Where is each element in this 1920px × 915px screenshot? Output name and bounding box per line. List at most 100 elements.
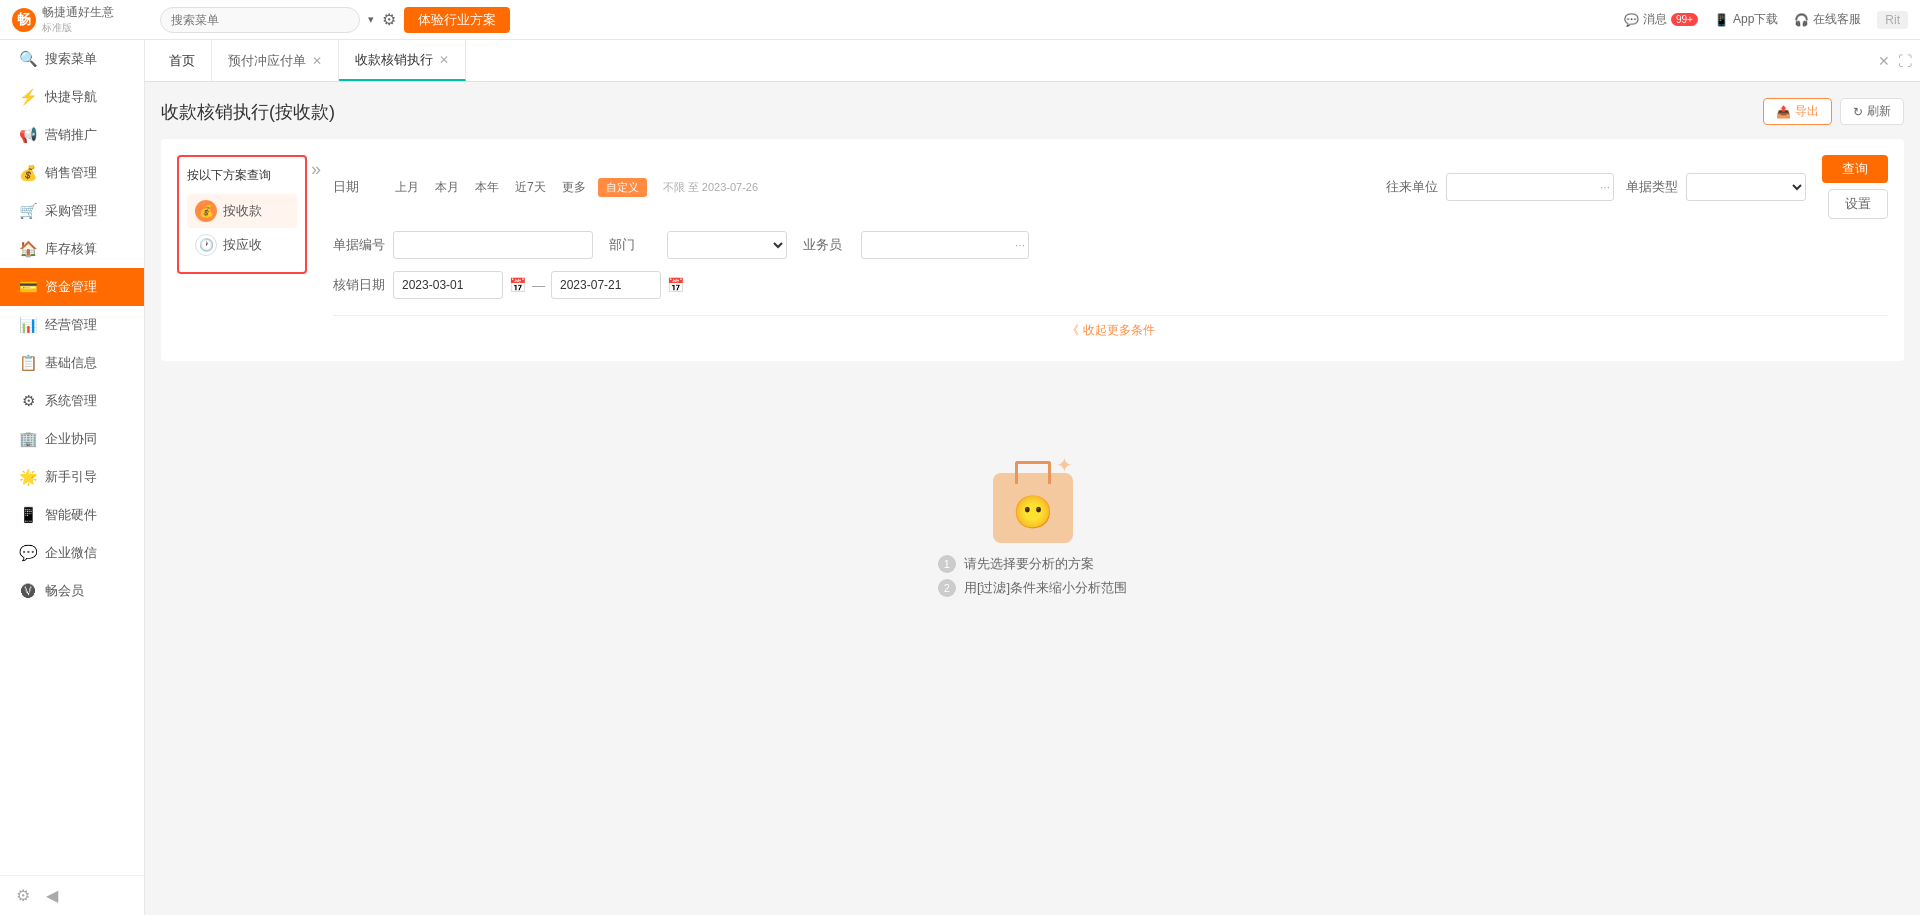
setting-button[interactable]: 设置 xyxy=(1828,189,1888,219)
app-icon: 📱 xyxy=(1714,13,1729,27)
export-button[interactable]: 📤 导出 xyxy=(1763,98,1832,125)
receivable-option-icon: 🕐 xyxy=(195,234,217,256)
sidebar-item-purchase[interactable]: 🛒 采购管理 xyxy=(0,192,144,230)
sidebar-item-manage[interactable]: 📊 经营管理 xyxy=(0,306,144,344)
filter-option-by-receivable[interactable]: 🕐 按应收 xyxy=(187,228,297,262)
receipt-option-icon: 💰 xyxy=(195,200,217,222)
wechat-icon: 💬 xyxy=(19,544,37,562)
sidebar-item-marketing[interactable]: 📢 营销推广 xyxy=(0,116,144,154)
dept-select[interactable] xyxy=(667,231,787,259)
refresh-button[interactable]: ↻ 刷新 xyxy=(1840,98,1904,125)
purchase-icon: 🛒 xyxy=(19,202,37,220)
page-actions: 📤 导出 ↻ 刷新 xyxy=(1763,98,1904,125)
filter-bill-type-field: 单据类型 xyxy=(1626,173,1806,201)
date-this-month[interactable]: 本月 xyxy=(431,177,463,198)
reconcile-date-start-icon[interactable]: 📅 xyxy=(509,277,526,293)
filter-option-by-receipt[interactable]: 💰 按收款 xyxy=(187,194,297,228)
query-actions: 查询 设置 xyxy=(1822,155,1888,219)
sidebar-item-sales[interactable]: 💰 销售管理 xyxy=(0,154,144,192)
manage-icon: 📊 xyxy=(19,316,37,334)
date-more[interactable]: 更多 xyxy=(558,177,590,198)
content-area: 首页 预付冲应付单 ✕ 收款核销执行 ✕ ✕ ⛶ 收款核销执行(按收款) xyxy=(145,40,1920,915)
sidebar-item-member[interactable]: 🅥 畅会员 xyxy=(0,572,144,610)
counterpart-input[interactable] xyxy=(1446,173,1614,201)
message-button[interactable]: 💬 消息 99+ xyxy=(1624,11,1698,28)
filter-sidebar-title: 按以下方案查询 xyxy=(187,167,297,184)
message-badge: 99+ xyxy=(1671,13,1698,26)
collapse-icon: 《 xyxy=(1067,322,1079,339)
reconcile-date-end[interactable] xyxy=(551,271,661,299)
sidebar-settings-icon[interactable]: ⚙ xyxy=(16,886,30,905)
tab-bar-actions: ✕ ⛶ xyxy=(1878,53,1912,69)
reconcile-date-start[interactable] xyxy=(393,271,503,299)
filter-staff-field: 业务员 ··· xyxy=(803,231,1025,259)
date-this-year[interactable]: 本年 xyxy=(471,177,503,198)
message-icon: 💬 xyxy=(1624,13,1639,27)
filter-collapse-icon[interactable]: » xyxy=(311,155,321,180)
finance-icon: 💳 xyxy=(19,278,37,296)
bill-no-label: 单据编号 xyxy=(333,236,385,254)
counterpart-dots: ··· xyxy=(1600,180,1610,194)
date-unlimit: 不限 至 2023-07-26 xyxy=(663,181,758,193)
sidebar-bottom: ⚙ ◀ xyxy=(0,875,144,915)
tab-prepay-close[interactable]: ✕ xyxy=(312,54,322,68)
tab-home[interactable]: 首页 xyxy=(153,40,212,81)
sidebar-item-inventory[interactable]: 🏠 库存核算 xyxy=(0,230,144,268)
solution-button[interactable]: 体验行业方案 xyxy=(404,7,510,33)
reconcile-date-group: 📅 — 📅 xyxy=(393,271,684,299)
sidebar-item-finance[interactable]: 💳 资金管理 xyxy=(0,268,144,306)
sidebar-item-system[interactable]: ⚙ 系统管理 xyxy=(0,382,144,420)
sidebar-item-base[interactable]: 📋 基础信息 xyxy=(0,344,144,382)
filter-dept-field: 部门 xyxy=(609,231,787,259)
tab-receipt-cancel[interactable]: 收款核销执行 ✕ xyxy=(339,40,466,81)
filter-counterpart-field: 往来单位 ··· xyxy=(1386,173,1610,201)
sidebar-item-wechat[interactable]: 💬 企业微信 xyxy=(0,534,144,572)
query-button[interactable]: 查询 xyxy=(1822,155,1888,183)
sidebar-item-hardware[interactable]: 📱 智能硬件 xyxy=(0,496,144,534)
staff-label: 业务员 xyxy=(803,236,853,254)
filter-row-3: 核销日期 📅 — 📅 xyxy=(333,271,1888,299)
bill-type-select[interactable] xyxy=(1686,173,1806,201)
collapse-more-btn[interactable]: 《 收起更多条件 xyxy=(333,315,1888,345)
sidebar-item-corp[interactable]: 🏢 企业协同 xyxy=(0,420,144,458)
gear-icon[interactable]: ⚙ xyxy=(382,10,396,29)
filter-sidebar: 按以下方案查询 💰 按收款 🕐 按应收 xyxy=(177,155,307,274)
reconcile-date-label: 核销日期 xyxy=(333,276,385,294)
sidebar-collapse-icon[interactable]: ◀ xyxy=(46,886,58,905)
staff-dots: ··· xyxy=(1015,238,1025,252)
corp-icon: 🏢 xyxy=(19,430,37,448)
top-search-input[interactable] xyxy=(160,7,360,33)
filter-bill-no-field: 单据编号 xyxy=(333,231,593,259)
bill-type-label: 单据类型 xyxy=(1626,178,1678,196)
filter-form: 日期 上月 本月 本年 近7天 更多 自定义 不限 至 2023-0 xyxy=(333,155,1888,345)
tab-close-all-icon[interactable]: ✕ xyxy=(1878,53,1890,69)
date-7days[interactable]: 近7天 xyxy=(511,177,550,198)
logo-icon: 畅 xyxy=(12,8,36,32)
app-download-button[interactable]: 📱 App下载 xyxy=(1714,11,1778,28)
service-button[interactable]: 🎧 在线客服 xyxy=(1794,11,1861,28)
dropdown-icon[interactable]: ▾ xyxy=(368,13,374,26)
export-icon: 📤 xyxy=(1776,105,1791,119)
user-display[interactable]: Rit xyxy=(1877,11,1908,29)
sidebar-item-guide[interactable]: 🌟 新手引导 xyxy=(0,458,144,496)
sidebar-item-search[interactable]: 🔍 搜索菜单 xyxy=(0,40,144,78)
filter-row-2: 单据编号 部门 业务员 ··· xyxy=(333,231,1888,259)
date-custom-tag[interactable]: 自定义 xyxy=(598,178,647,197)
sidebar-item-quick[interactable]: ⚡ 快捷导航 xyxy=(0,78,144,116)
filter-panel: 按以下方案查询 💰 按收款 🕐 按应收 » xyxy=(161,139,1904,361)
hint-num-2: 2 xyxy=(938,579,956,597)
date-sep: — xyxy=(532,278,545,293)
tab-prepay[interactable]: 预付冲应付单 ✕ xyxy=(212,40,339,81)
tab-expand-icon[interactable]: ⛶ xyxy=(1898,53,1912,69)
bill-no-input[interactable] xyxy=(393,231,593,259)
filter-reconcile-date-field: 核销日期 📅 — 📅 xyxy=(333,271,684,299)
staff-input[interactable] xyxy=(861,231,1029,259)
reconcile-date-end-icon[interactable]: 📅 xyxy=(667,277,684,293)
counterpart-label: 往来单位 xyxy=(1386,178,1438,196)
page-header: 收款核销执行(按收款) 📤 导出 ↻ 刷新 xyxy=(161,98,1904,125)
date-label: 日期 xyxy=(333,178,383,196)
filter-date-field: 日期 上月 本月 本年 近7天 更多 自定义 xyxy=(333,177,647,198)
date-last-month[interactable]: 上月 xyxy=(391,177,423,198)
tab-receipt-cancel-close[interactable]: ✕ xyxy=(439,53,449,67)
top-bar: 畅 畅捷通好生意 标准版 ▾ ⚙ 体验行业方案 💬 消息 99+ 📱 App下载… xyxy=(0,0,1920,40)
